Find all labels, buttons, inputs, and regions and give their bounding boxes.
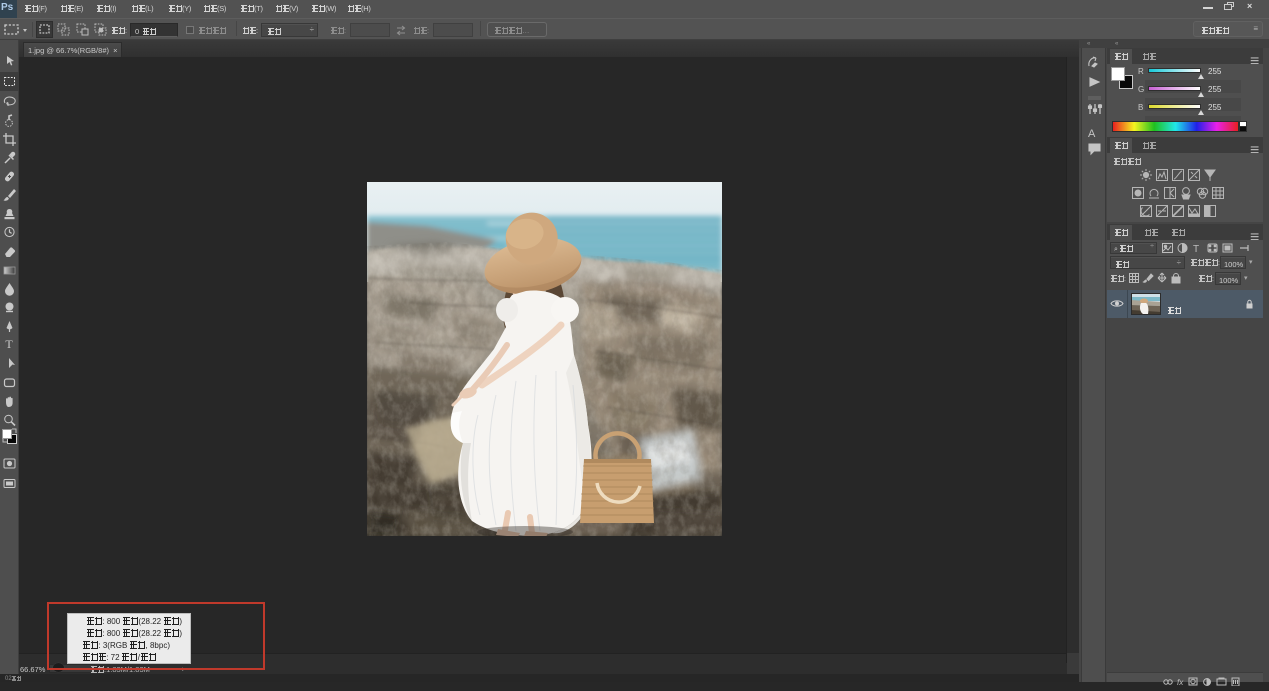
svg-text:T: T [1193, 244, 1199, 254]
svg-text:A: A [1088, 128, 1096, 140]
svg-text:fx: fx [1177, 678, 1184, 686]
svg-text:T: T [5, 337, 13, 351]
